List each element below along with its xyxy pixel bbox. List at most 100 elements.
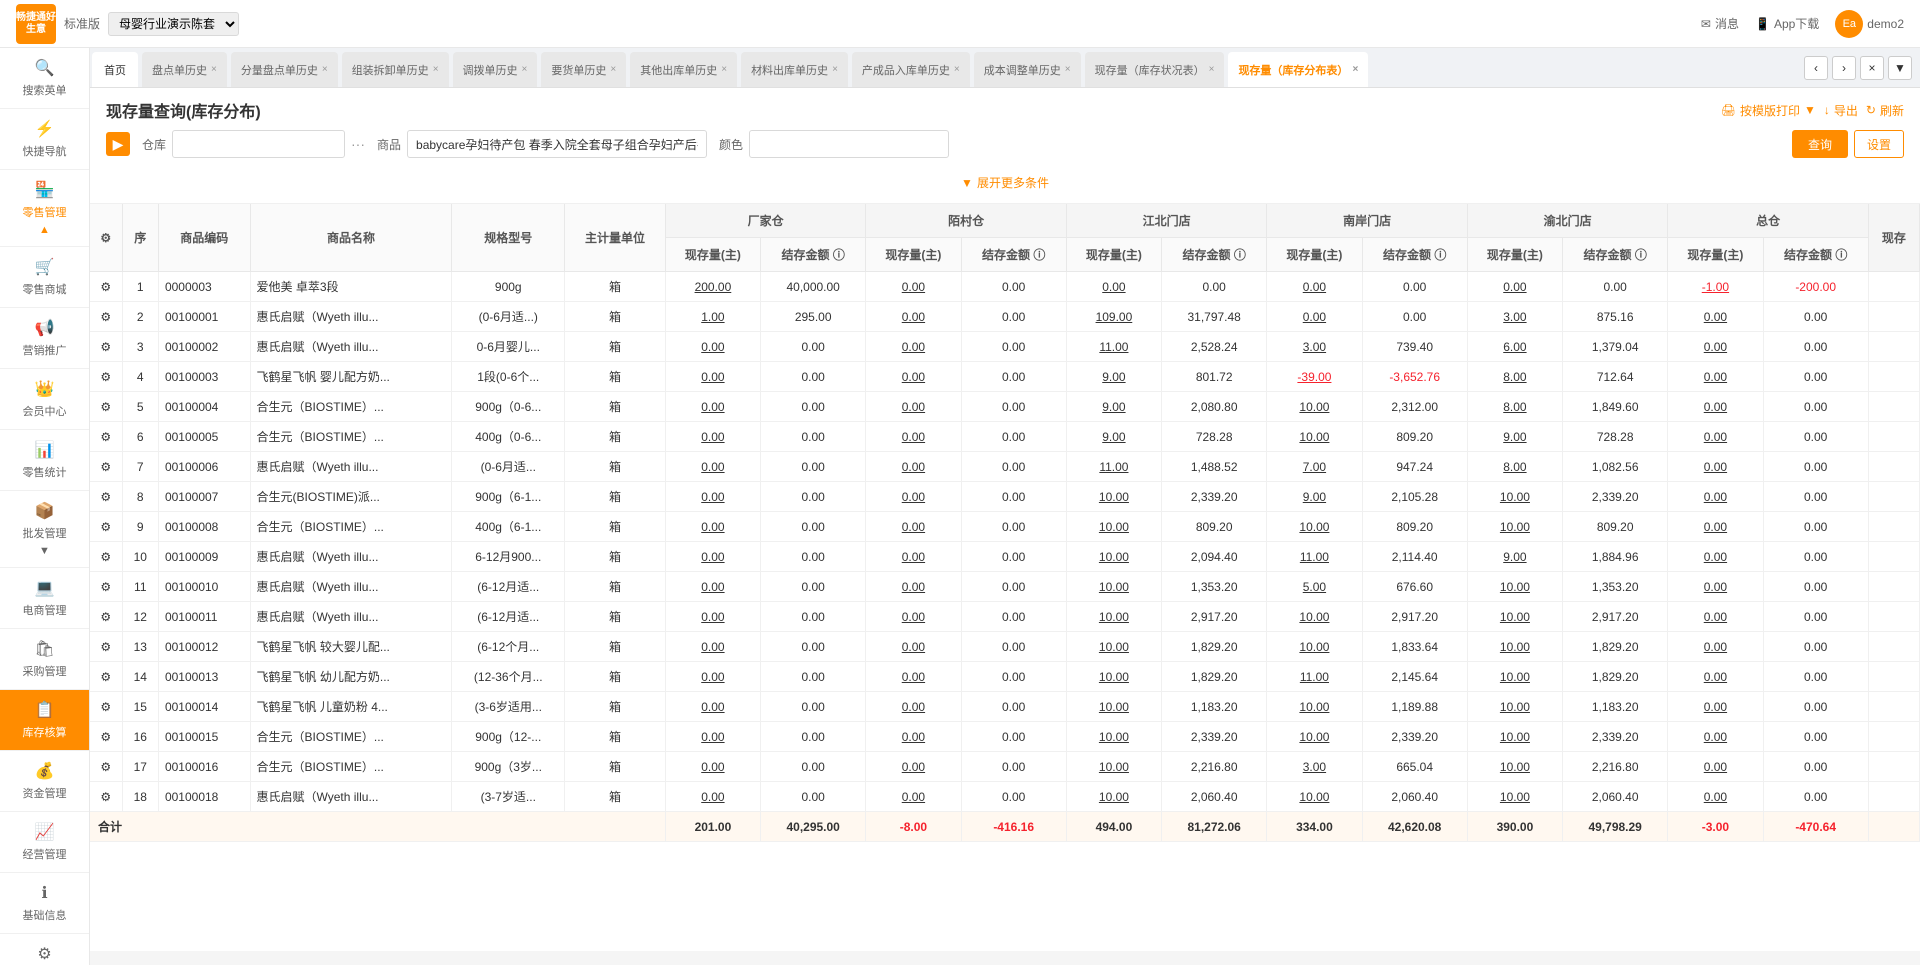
td-na-qty[interactable]: 3.00	[1267, 332, 1362, 362]
td-settings[interactable]: ⚙	[90, 542, 122, 572]
tab-close-5[interactable]: ×	[610, 64, 616, 75]
settings-button[interactable]: 设置	[1854, 130, 1904, 158]
sidebar-item-inventory[interactable]: 📋 库存核算	[0, 690, 89, 751]
query-button[interactable]: 查询	[1792, 130, 1848, 158]
tab-menu-btn[interactable]: ▼	[1888, 56, 1912, 80]
sidebar-item-retail-mgmt[interactable]: 🏪 零售管理 ▲	[0, 170, 89, 247]
td-mc-qty[interactable]: 0.00	[866, 482, 961, 512]
td-na-qty[interactable]: 0.00	[1267, 272, 1362, 302]
tab-close-10[interactable]: ×	[1209, 64, 1215, 75]
td-yb-qty[interactable]: 10.00	[1467, 782, 1562, 812]
td-settings[interactable]: ⚙	[90, 722, 122, 752]
td-yb-qty[interactable]: 9.00	[1467, 542, 1562, 572]
sidebar-item-operations[interactable]: 📈 经营管理	[0, 812, 89, 873]
td-settings[interactable]: ⚙	[90, 452, 122, 482]
tab-close-3[interactable]: ×	[433, 64, 439, 75]
sidebar-item-quick-nav[interactable]: ⚡ 快捷导航	[0, 109, 89, 170]
more-link[interactable]: ▼ 展开更多条件	[961, 174, 1049, 191]
td-na-qty[interactable]: 10.00	[1267, 782, 1362, 812]
td-total-qty[interactable]: 0.00	[1668, 452, 1763, 482]
refresh-btn[interactable]: ↻ 刷新	[1866, 102, 1904, 119]
td-jb-qty[interactable]: 9.00	[1066, 362, 1161, 392]
td-fj-qty[interactable]: 1.00	[665, 302, 760, 332]
td-yb-qty[interactable]: 9.00	[1467, 422, 1562, 452]
td-jb-qty[interactable]: 10.00	[1066, 632, 1161, 662]
td-settings[interactable]: ⚙	[90, 332, 122, 362]
td-total-qty[interactable]: 0.00	[1668, 692, 1763, 722]
td-total-qty[interactable]: 0.00	[1668, 632, 1763, 662]
td-yb-qty[interactable]: 10.00	[1467, 662, 1562, 692]
tab-close-4[interactable]: ×	[522, 64, 528, 75]
td-fj-qty[interactable]: 0.00	[665, 512, 760, 542]
user-area[interactable]: Ea demo2	[1835, 10, 1904, 38]
td-jb-qty[interactable]: 10.00	[1066, 782, 1161, 812]
td-jb-qty[interactable]: 11.00	[1066, 332, 1161, 362]
sidebar-item-member[interactable]: 👑 会员中心	[0, 369, 89, 430]
tab-close-2[interactable]: ×	[322, 64, 328, 75]
td-fj-qty[interactable]: 0.00	[665, 572, 760, 602]
td-na-qty[interactable]: 5.00	[1267, 572, 1362, 602]
td-fj-qty[interactable]: 0.00	[665, 632, 760, 662]
td-fj-qty[interactable]: 0.00	[665, 752, 760, 782]
td-settings[interactable]: ⚙	[90, 422, 122, 452]
sidebar-item-finance[interactable]: 💰 资金管理	[0, 751, 89, 812]
td-fj-qty[interactable]: 0.00	[665, 392, 760, 422]
tab-order[interactable]: 要货单历史 ×	[541, 52, 626, 88]
tab-close-8[interactable]: ×	[954, 64, 960, 75]
td-na-qty[interactable]: 9.00	[1267, 482, 1362, 512]
td-yb-qty[interactable]: 8.00	[1467, 392, 1562, 422]
td-yb-qty[interactable]: 8.00	[1467, 452, 1562, 482]
td-fj-qty[interactable]: 200.00	[665, 272, 760, 302]
td-mc-qty[interactable]: 0.00	[866, 782, 961, 812]
td-fj-qty[interactable]: 0.00	[665, 662, 760, 692]
td-settings[interactable]: ⚙	[90, 512, 122, 542]
td-yb-qty[interactable]: 10.00	[1467, 482, 1562, 512]
sidebar-item-marketing[interactable]: 📢 营销推广	[0, 308, 89, 369]
tab-close-11[interactable]: ×	[1352, 64, 1358, 75]
td-mc-qty[interactable]: 0.00	[866, 632, 961, 662]
td-yb-qty[interactable]: 10.00	[1467, 632, 1562, 662]
td-settings[interactable]: ⚙	[90, 482, 122, 512]
td-jb-qty[interactable]: 10.00	[1066, 542, 1161, 572]
td-total-qty[interactable]: 0.00	[1668, 422, 1763, 452]
td-settings[interactable]: ⚙	[90, 692, 122, 722]
warehouse-input[interactable]	[172, 130, 345, 158]
tab-inventory-status[interactable]: 现存量（库存状况表） ×	[1085, 52, 1225, 88]
td-na-qty[interactable]: 10.00	[1267, 512, 1362, 542]
td-na-qty[interactable]: 3.00	[1267, 752, 1362, 782]
td-mc-qty[interactable]: 0.00	[866, 662, 961, 692]
td-mc-qty[interactable]: 0.00	[866, 722, 961, 752]
td-fj-qty[interactable]: 0.00	[665, 542, 760, 572]
td-yb-qty[interactable]: 10.00	[1467, 722, 1562, 752]
tab-close-1[interactable]: ×	[211, 64, 217, 75]
td-jb-qty[interactable]: 10.00	[1066, 662, 1161, 692]
tab-next-btn[interactable]: ›	[1832, 56, 1856, 80]
td-jb-qty[interactable]: 10.00	[1066, 512, 1161, 542]
td-fj-qty[interactable]: 0.00	[665, 722, 760, 752]
export-btn[interactable]: ↓ 导出	[1824, 102, 1858, 119]
td-na-qty[interactable]: 10.00	[1267, 692, 1362, 722]
td-jb-qty[interactable]: 10.00	[1066, 602, 1161, 632]
messages-btn[interactable]: ✉ 消息	[1701, 15, 1739, 32]
td-jb-qty[interactable]: 10.00	[1066, 692, 1161, 722]
td-na-qty[interactable]: 11.00	[1267, 542, 1362, 572]
td-mc-qty[interactable]: 0.00	[866, 602, 961, 632]
td-total-qty[interactable]: -1.00	[1668, 272, 1763, 302]
tab-prev-btn[interactable]: ‹	[1804, 56, 1828, 80]
sidebar-item-ecom[interactable]: 💻 电商管理	[0, 568, 89, 629]
td-mc-qty[interactable]: 0.00	[866, 422, 961, 452]
td-mc-qty[interactable]: 0.00	[866, 752, 961, 782]
tab-material-out[interactable]: 材料出库单历史 ×	[741, 52, 848, 88]
tab-transfer[interactable]: 调拨单历史 ×	[453, 52, 538, 88]
td-fj-qty[interactable]: 0.00	[665, 332, 760, 362]
td-fj-qty[interactable]: 0.00	[665, 422, 760, 452]
td-yb-qty[interactable]: 0.00	[1467, 272, 1562, 302]
td-fj-qty[interactable]: 0.00	[665, 602, 760, 632]
td-jb-qty[interactable]: 9.00	[1066, 392, 1161, 422]
td-mc-qty[interactable]: 0.00	[866, 572, 961, 602]
tab-close-9[interactable]: ×	[1065, 64, 1071, 75]
td-fj-qty[interactable]: 0.00	[665, 482, 760, 512]
goods-input[interactable]	[407, 130, 707, 158]
td-na-qty[interactable]: 10.00	[1267, 632, 1362, 662]
td-yb-qty[interactable]: 10.00	[1467, 602, 1562, 632]
